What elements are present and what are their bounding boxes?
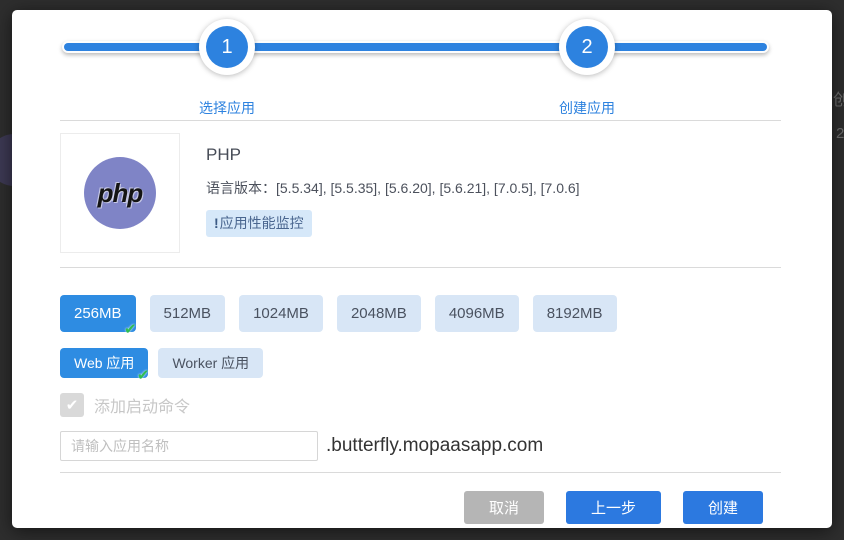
app-versions-text: 语言版本：[5.5.34], [5.5.35], [5.6.20], [5.6.… <box>206 180 580 196</box>
memory-option-label: 256MB <box>74 305 122 322</box>
dialog-footer: 取消 上一步 创建 <box>60 491 781 524</box>
step-2-number: 2 <box>566 26 608 68</box>
selected-check-icon: ✔ <box>123 321 137 338</box>
alert-icon: ! <box>214 215 219 231</box>
step-1-circle: 1 <box>199 19 255 75</box>
app-name-input[interactable] <box>60 431 318 461</box>
app-name-title: PHP <box>206 145 241 164</box>
memory-option-1024mb[interactable]: 1024MB <box>239 295 323 332</box>
memory-option-label: 1024MB <box>253 305 309 322</box>
background-text-remnant: 2 <box>836 125 844 142</box>
memory-option-512mb[interactable]: 512MB <box>149 295 226 332</box>
cancel-button[interactable]: 取消 <box>463 491 544 524</box>
memory-options-row: 256MB ✔ 512MB 1024MB 2048MB 4096MB 8192M… <box>60 295 781 338</box>
domain-suffix-text: .butterfly.mopaasapp.com <box>326 435 544 456</box>
app-type-option-worker[interactable]: Worker 应用 <box>158 348 264 378</box>
selected-app-info: php PHP 语言版本：[5.5.34], [5.5.35], [5.6.20… <box>60 121 781 267</box>
step-2-circle: 2 <box>559 19 615 75</box>
memory-option-2048mb[interactable]: 2048MB <box>336 295 421 332</box>
app-type-option-web[interactable]: Web 应用 ✔ <box>60 348 149 384</box>
wizard-stepper: 1 选择应用 2 创建应用 <box>60 10 781 120</box>
divider <box>60 267 781 268</box>
step-2: 2 创建应用 <box>527 19 647 118</box>
background-text-remnant: 创 <box>833 92 844 109</box>
memory-option-4096mb[interactable]: 4096MB <box>434 295 519 332</box>
badge-label: 应用性能监控 <box>219 215 304 231</box>
app-type-row: Web 应用 ✔ Worker 应用 <box>60 348 781 384</box>
divider <box>60 472 781 473</box>
startup-command-label: 添加启动命令 <box>94 399 191 416</box>
memory-option-label: 4096MB <box>448 305 505 322</box>
php-logo-icon: php <box>84 157 156 229</box>
php-logo-card: php <box>60 133 180 253</box>
step-1-number: 1 <box>206 26 248 68</box>
performance-monitor-badge: ! 应用性能监控 <box>206 210 312 237</box>
startup-command-checkbox[interactable]: ✔ <box>60 393 84 417</box>
app-type-label: Web 应用 <box>74 355 135 371</box>
app-name-row: .butterfly.mopaasapp.com <box>60 431 781 461</box>
memory-option-label: 8192MB <box>546 305 603 322</box>
memory-option-label: 512MB <box>163 305 212 322</box>
memory-option-8192mb[interactable]: 8192MB <box>532 295 617 332</box>
memory-option-256mb[interactable]: 256MB ✔ <box>60 295 137 338</box>
php-logo-text: php <box>97 177 144 208</box>
step-1-label: 选择应用 <box>199 100 255 116</box>
memory-option-label: 2048MB <box>350 305 407 322</box>
step-1: 1 选择应用 <box>167 19 287 118</box>
selected-check-icon: ✔ <box>136 367 150 384</box>
create-app-dialog: 1 选择应用 2 创建应用 php PHP 语言版本：[5.5.34], [5.… <box>12 10 832 528</box>
previous-step-button[interactable]: 上一步 <box>565 491 661 524</box>
app-type-label: Worker 应用 <box>172 355 250 371</box>
app-details: PHP 语言版本：[5.5.34], [5.5.35], [5.6.20], [… <box>206 133 580 267</box>
startup-command-row: ✔ 添加启动命令 <box>60 393 781 417</box>
step-2-label: 创建应用 <box>559 100 615 116</box>
create-button[interactable]: 创建 <box>682 491 763 524</box>
